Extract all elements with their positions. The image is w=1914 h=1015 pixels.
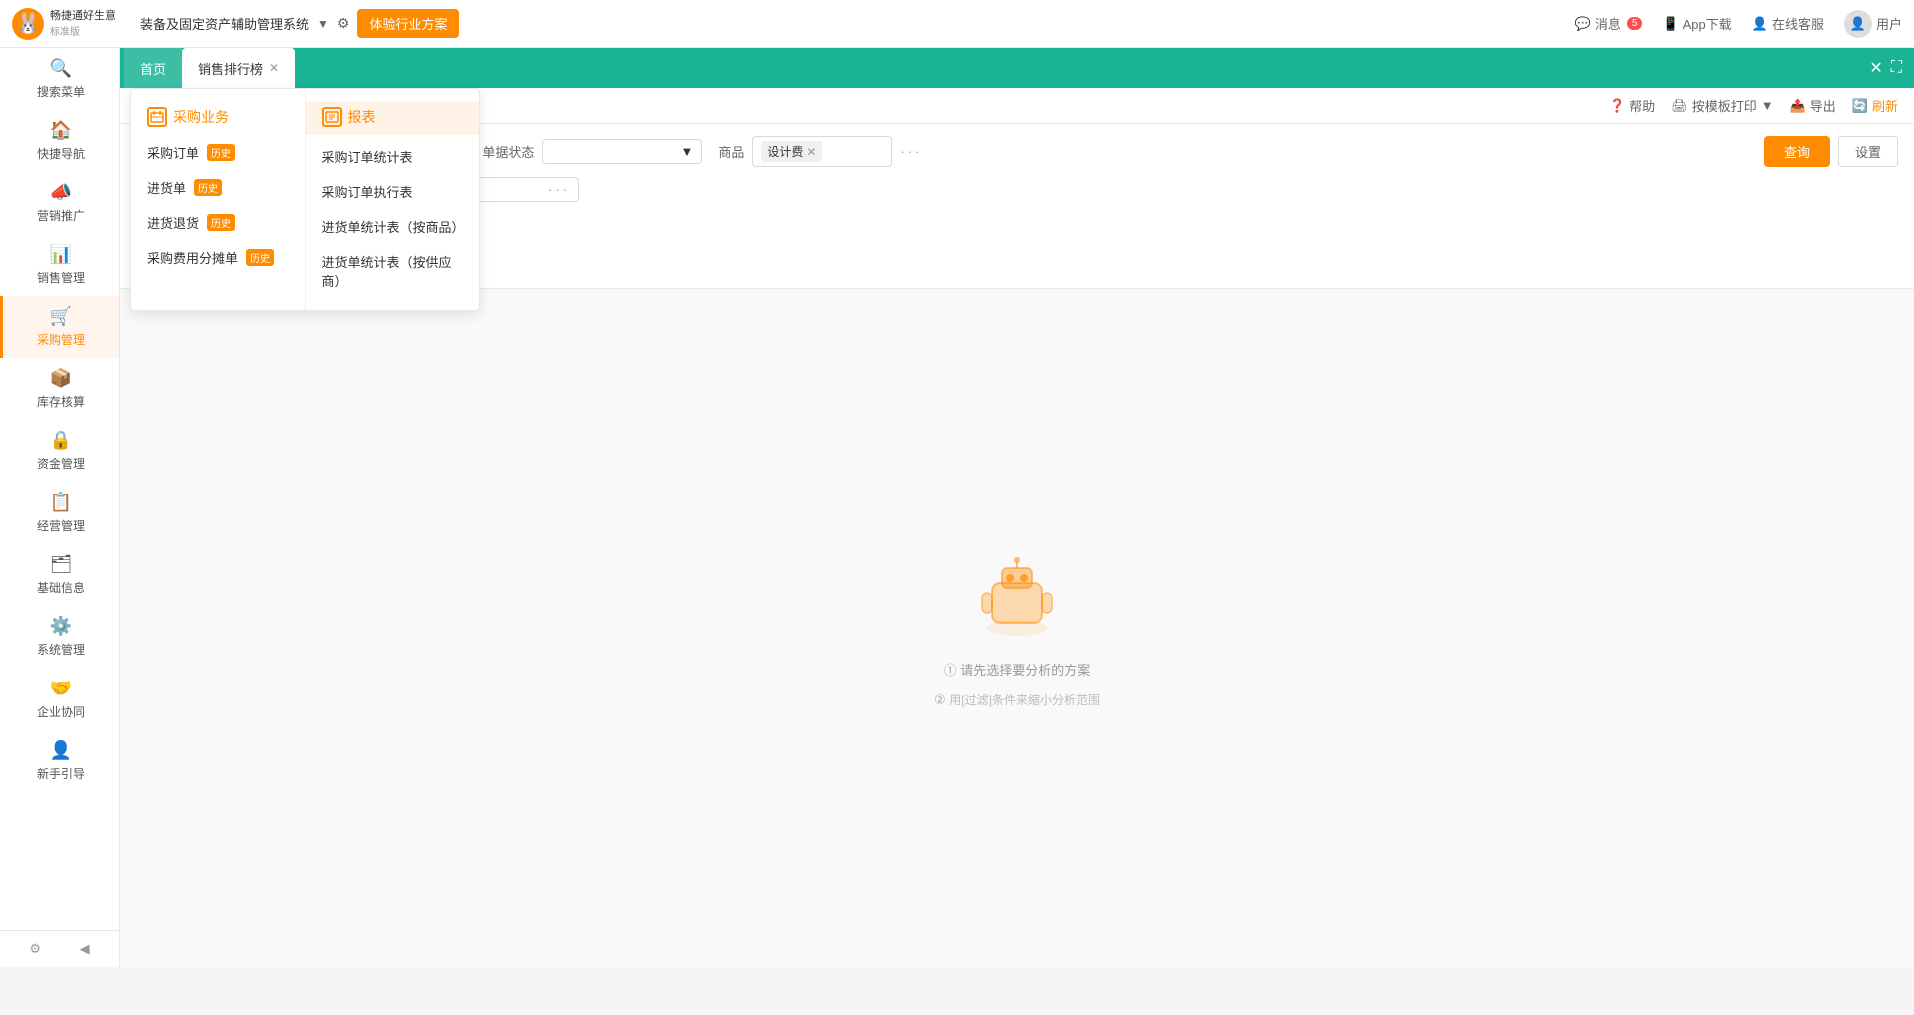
history-badge-2: 历史 <box>207 214 235 231</box>
purchase-header-icon <box>147 107 167 127</box>
dropdown-item-purchase-expense[interactable]: 采购费用分摊单 历史 <box>131 240 305 275</box>
report-header-icon <box>322 107 342 127</box>
dropdown-item-purchase-order-stat[interactable]: 采购订单统计表 <box>306 139 480 174</box>
history-badge-3: 历史 <box>246 249 274 266</box>
dropdown-overlay[interactable]: 采购业务 采购订单 历史 进货单 历史 进货退货 历史 采购费用分摊单 历史 <box>0 0 1914 967</box>
history-badge-1: 历史 <box>194 179 222 196</box>
dropdown-item-stock-stat-supplier[interactable]: 进货单统计表（按供应商） <box>306 244 480 298</box>
history-badge-0: 历史 <box>207 144 235 161</box>
report-column: 报表 采购订单统计表 采购订单执行表 进货单统计表（按商品） 进货单统计表（按供… <box>306 89 480 310</box>
dropdown-item-purchase-order-exec[interactable]: 采购订单执行表 <box>306 174 480 209</box>
dropdown-item-purchase-order[interactable]: 采购订单 历史 <box>131 135 305 170</box>
dropdown-menu: 采购业务 采购订单 历史 进货单 历史 进货退货 历史 采购费用分摊单 历史 <box>130 88 480 311</box>
dropdown-item-stock-in[interactable]: 进货单 历史 <box>131 170 305 205</box>
purchase-header: 采购业务 <box>131 101 305 135</box>
report-header: 报表 <box>306 101 480 135</box>
dropdown-item-stock-stat-goods[interactable]: 进货单统计表（按商品） <box>306 209 480 244</box>
dropdown-item-stock-return[interactable]: 进货退货 历史 <box>131 205 305 240</box>
purchase-column: 采购业务 采购订单 历史 进货单 历史 进货退货 历史 采购费用分摊单 历史 <box>131 89 306 310</box>
